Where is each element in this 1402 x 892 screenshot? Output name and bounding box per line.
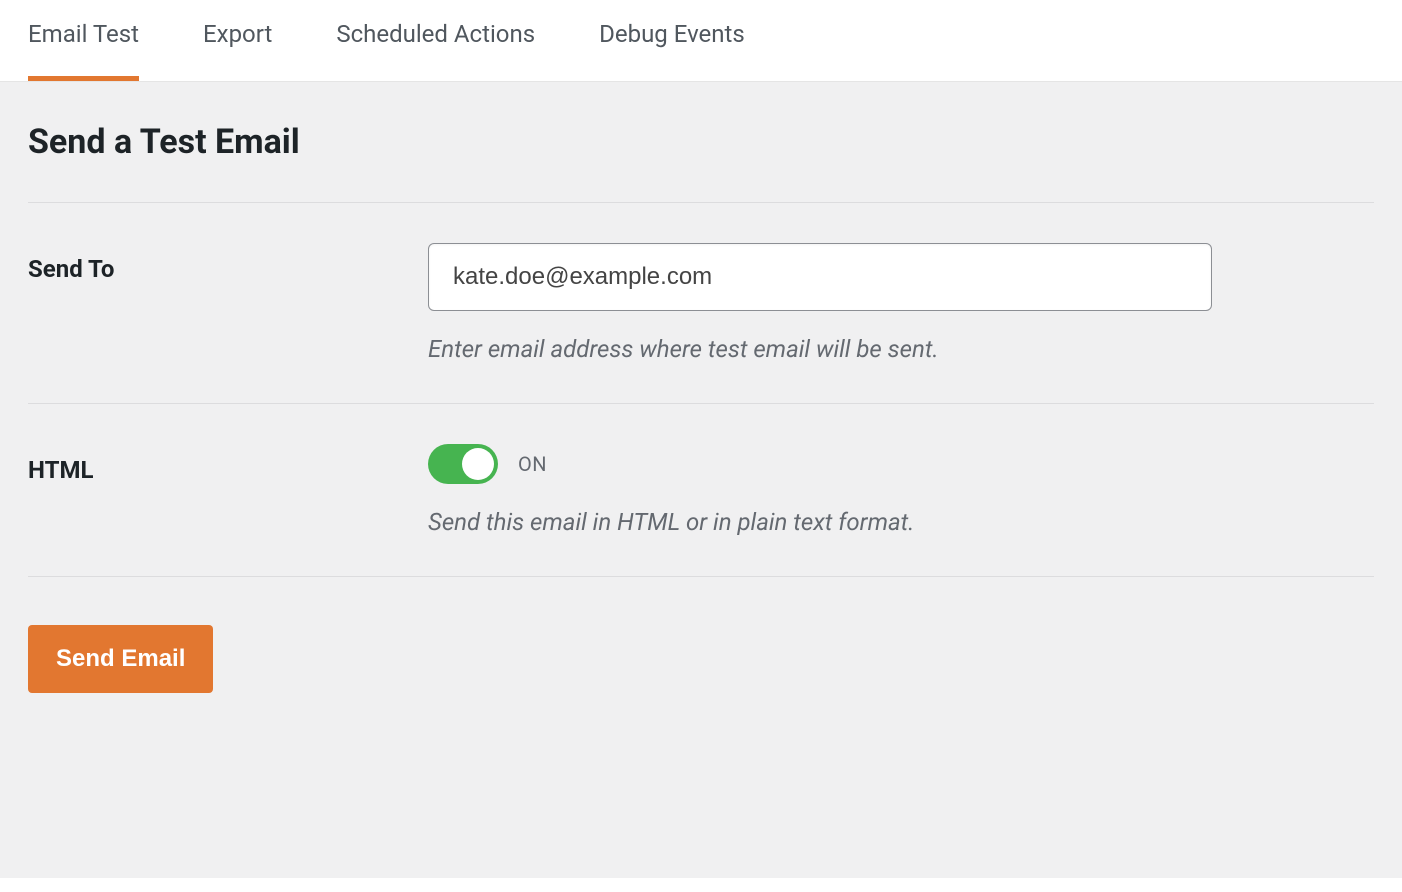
html-label: HTML [28, 444, 428, 536]
content-area: Send a Test Email Send To Enter email ad… [0, 82, 1402, 878]
tabs-nav: Email Test Export Scheduled Actions Debu… [0, 0, 1402, 82]
send-to-label: Send To [28, 243, 428, 363]
form-row-send-to: Send To Enter email address where test e… [28, 203, 1374, 404]
html-toggle[interactable] [428, 444, 498, 484]
send-to-input[interactable] [428, 243, 1212, 311]
html-toggle-row: ON [428, 444, 1374, 484]
html-help: Send this email in HTML or in plain text… [428, 508, 1374, 536]
html-toggle-state: ON [518, 452, 547, 476]
tab-debug-events[interactable]: Debug Events [599, 20, 745, 81]
html-control: ON Send this email in HTML or in plain t… [428, 444, 1374, 536]
send-to-help: Enter email address where test email wil… [428, 335, 1374, 363]
tab-email-test[interactable]: Email Test [28, 20, 139, 81]
toggle-knob-icon [462, 448, 494, 480]
tab-export[interactable]: Export [203, 20, 272, 81]
tab-scheduled-actions[interactable]: Scheduled Actions [336, 20, 535, 81]
form-row-html: HTML ON Send this email in HTML or in pl… [28, 404, 1374, 577]
page-title: Send a Test Email [28, 122, 1374, 203]
send-email-button[interactable]: Send Email [28, 625, 213, 693]
send-to-control: Enter email address where test email wil… [428, 243, 1374, 363]
submit-area: Send Email [28, 577, 1374, 693]
